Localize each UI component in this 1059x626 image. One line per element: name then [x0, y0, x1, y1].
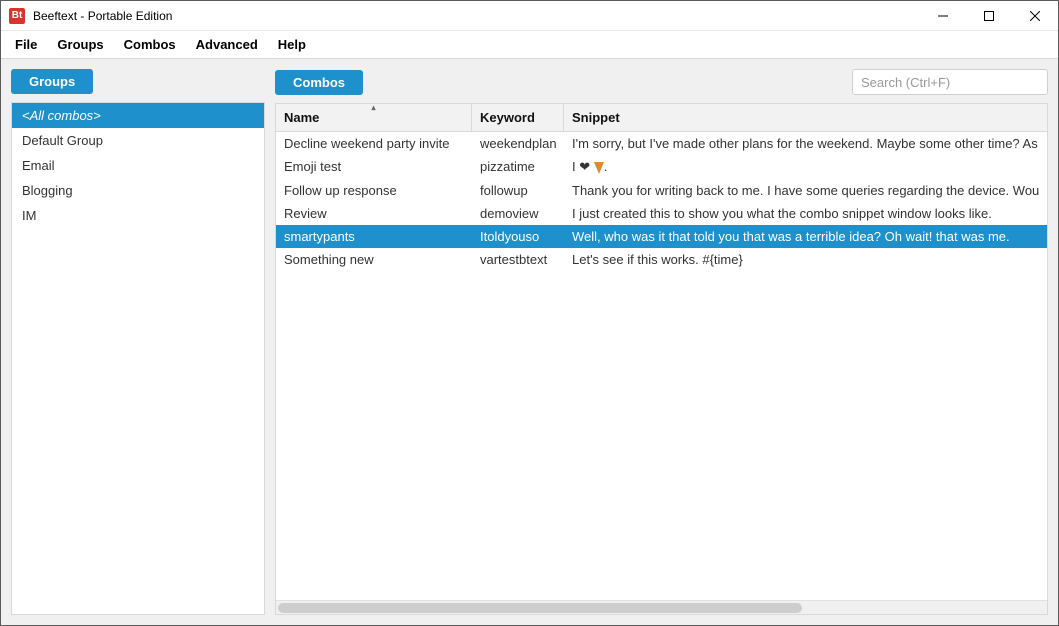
maximize-icon: [984, 11, 994, 21]
app-icon: Bt: [9, 8, 25, 24]
cell-name: Follow up response: [276, 179, 472, 202]
main-area: Groups <All combos>Default GroupEmailBlo…: [1, 59, 1058, 625]
table-body[interactable]: Decline weekend party inviteweekendplanI…: [276, 132, 1047, 600]
menu-file[interactable]: File: [5, 33, 47, 56]
menu-bar: File Groups Combos Advanced Help: [1, 31, 1058, 59]
window-title: Beeftext - Portable Edition: [33, 9, 172, 23]
groups-panel-header: Groups: [11, 69, 265, 94]
cell-name: smartypants: [276, 225, 472, 248]
combos-panel: Combos Name ▴ Keyword Snippet Decline we…: [275, 69, 1048, 615]
groups-list-item[interactable]: <All combos>: [12, 103, 264, 128]
cell-snippet: I'm sorry, but I've made other plans for…: [564, 132, 1047, 155]
table-header: Name ▴ Keyword Snippet: [276, 104, 1047, 132]
cell-snippet: Well, who was it that told you that was …: [564, 225, 1047, 248]
groups-list[interactable]: <All combos>Default GroupEmailBloggingIM: [11, 102, 265, 615]
column-header-name-label: Name: [284, 110, 319, 125]
close-icon: [1030, 11, 1040, 21]
cell-keyword: demoview: [472, 202, 564, 225]
groups-list-item[interactable]: Blogging: [12, 178, 264, 203]
column-header-keyword[interactable]: Keyword: [472, 104, 564, 131]
combos-panel-header: Combos: [275, 69, 1048, 95]
column-header-name[interactable]: Name ▴: [276, 104, 472, 131]
table-row[interactable]: Something newvartestbtextLet's see if th…: [276, 248, 1047, 271]
groups-dropdown-button[interactable]: Groups: [11, 69, 93, 94]
menu-advanced[interactable]: Advanced: [186, 33, 268, 56]
app-window: Bt Beeftext - Portable Edition File Grou…: [0, 0, 1059, 626]
title-bar: Bt Beeftext - Portable Edition: [1, 1, 1058, 31]
close-button[interactable]: [1012, 1, 1058, 31]
horizontal-scrollbar[interactable]: [276, 600, 1047, 614]
cell-name: Decline weekend party invite: [276, 132, 472, 155]
sort-indicator-icon: ▴: [371, 103, 375, 112]
table-row[interactable]: Emoji testpizzatimeI ❤ .: [276, 155, 1047, 179]
menu-help[interactable]: Help: [268, 33, 316, 56]
table-row[interactable]: ReviewdemoviewI just created this to sho…: [276, 202, 1047, 225]
pizza-icon: [594, 162, 604, 174]
menu-groups[interactable]: Groups: [47, 33, 113, 56]
cell-keyword: Itoldyouso: [472, 225, 564, 248]
cell-keyword: pizzatime: [472, 155, 564, 179]
groups-list-item[interactable]: Email: [12, 153, 264, 178]
cell-keyword: weekendplan: [472, 132, 564, 155]
column-header-snippet[interactable]: Snippet: [564, 104, 1047, 131]
cell-name: Review: [276, 202, 472, 225]
search-wrap: [852, 69, 1048, 95]
cell-snippet: Thank you for writing back to me. I have…: [564, 179, 1047, 202]
groups-list-item[interactable]: IM: [12, 203, 264, 228]
groups-list-item[interactable]: Default Group: [12, 128, 264, 153]
table-row[interactable]: smartypantsItoldyousoWell, who was it th…: [276, 225, 1047, 248]
combos-dropdown-button[interactable]: Combos: [275, 70, 363, 95]
cell-keyword: followup: [472, 179, 564, 202]
cell-name: Something new: [276, 248, 472, 271]
minimize-button[interactable]: [920, 1, 966, 31]
search-input[interactable]: [852, 69, 1048, 95]
cell-name: Emoji test: [276, 155, 472, 179]
groups-panel: Groups <All combos>Default GroupEmailBlo…: [11, 69, 265, 615]
table-row[interactable]: Follow up responsefollowupThank you for …: [276, 179, 1047, 202]
minimize-icon: [938, 11, 948, 21]
horizontal-scrollbar-thumb[interactable]: [278, 603, 802, 613]
cell-snippet: I ❤ .: [564, 155, 1047, 179]
table-row[interactable]: Decline weekend party inviteweekendplanI…: [276, 132, 1047, 155]
cell-keyword: vartestbtext: [472, 248, 564, 271]
cell-snippet: I just created this to show you what the…: [564, 202, 1047, 225]
cell-snippet: Let's see if this works. #{time}: [564, 248, 1047, 271]
maximize-button[interactable]: [966, 1, 1012, 31]
menu-combos[interactable]: Combos: [114, 33, 186, 56]
combos-table: Name ▴ Keyword Snippet Decline weekend p…: [275, 103, 1048, 615]
